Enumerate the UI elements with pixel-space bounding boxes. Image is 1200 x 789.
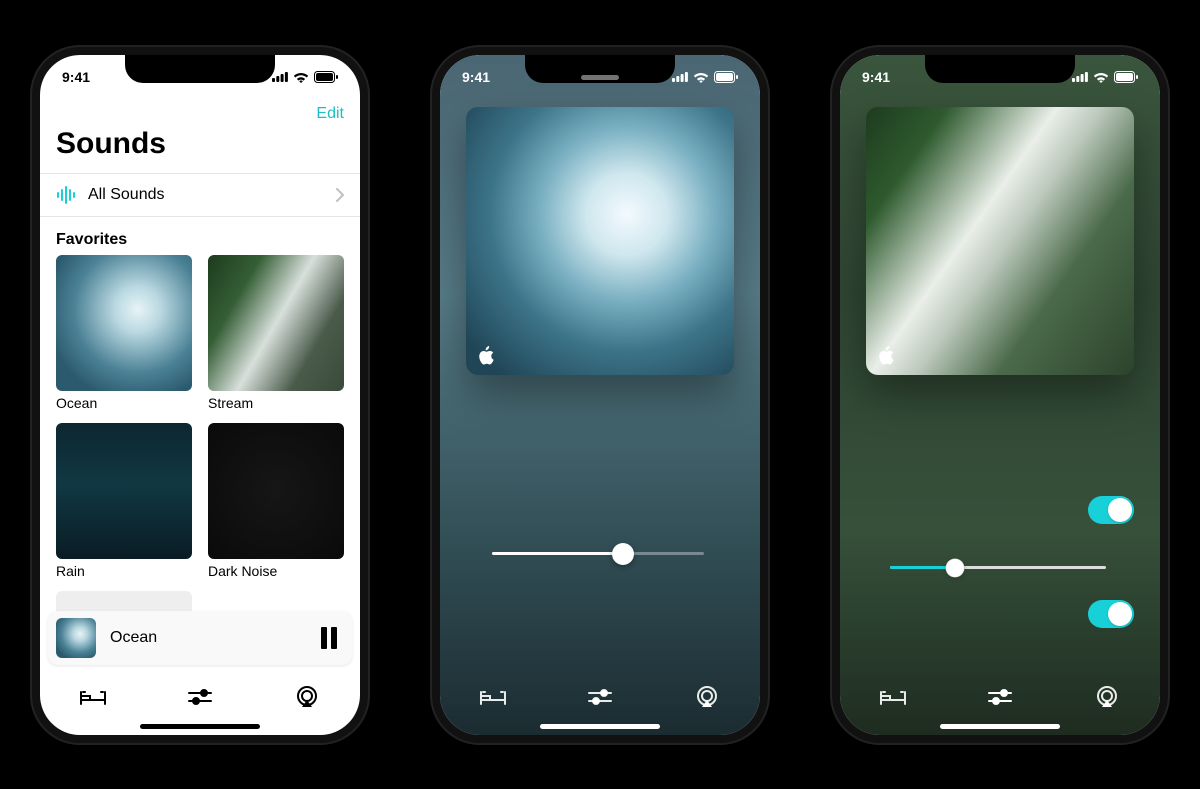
tab-airplay[interactable] (1085, 675, 1129, 719)
notch (125, 55, 275, 83)
tab-airplay[interactable] (285, 675, 329, 719)
mini-player-title: Ocean (110, 629, 157, 647)
tile-ocean[interactable]: Ocean (56, 255, 192, 419)
sheet-grabber[interactable] (581, 75, 619, 80)
mini-player-art (56, 618, 96, 658)
tile-rain[interactable]: Rain (56, 423, 192, 587)
volume-track[interactable] (492, 552, 704, 555)
battery-icon (314, 71, 338, 83)
tile-stream[interactable]: Stream (208, 255, 344, 419)
volume-track[interactable] (890, 566, 1106, 569)
tab-mixer[interactable] (178, 675, 222, 719)
tile-dark-noise[interactable]: Dark Noise (208, 423, 344, 587)
pause-button[interactable] (320, 627, 338, 649)
phone-now-playing-ocean: 9:41 Ocean (430, 45, 770, 745)
screen-library: 9:41 Edit Sounds All Sounds (40, 55, 360, 735)
volume-fill (492, 552, 623, 555)
tab-airplay[interactable] (685, 675, 729, 719)
tab-sleep[interactable] (471, 675, 515, 719)
tab-sleep[interactable] (71, 675, 115, 719)
battery-icon (1114, 71, 1138, 83)
apple-logo-icon (878, 346, 894, 365)
phone-now-playing-stream: 9:41 Stream (830, 45, 1170, 745)
favorites-header: Favorites (40, 217, 360, 255)
home-indicator[interactable] (940, 724, 1060, 729)
tab-bar (40, 667, 360, 727)
chevron-right-icon (336, 188, 344, 202)
cellular-icon (1072, 71, 1088, 82)
tab-mixer[interactable] (578, 675, 622, 719)
tile-thumb-dark (208, 423, 344, 559)
wifi-icon (293, 71, 309, 83)
mini-player[interactable]: Ocean (48, 611, 352, 665)
home-indicator[interactable] (540, 724, 660, 729)
now-playing-art[interactable] (866, 107, 1134, 375)
tile-label: Ocean (56, 391, 192, 419)
home-indicator[interactable] (140, 724, 260, 729)
screen-now-playing-settings: 9:41 Stream (840, 55, 1160, 735)
notch (925, 55, 1075, 83)
tab-bar (440, 667, 760, 727)
tile-thumb-stream (208, 255, 344, 391)
waveform-icon (56, 186, 76, 204)
tile-thumb-ocean (56, 255, 192, 391)
all-sounds-label: All Sounds (88, 186, 165, 204)
volume-thumb[interactable] (946, 559, 964, 577)
screen-now-playing: 9:41 Ocean (440, 55, 760, 735)
tab-bar (840, 667, 1160, 727)
page-title: Sounds (40, 123, 360, 173)
apple-logo-icon (478, 346, 494, 365)
phone-library: 9:41 Edit Sounds All Sounds (30, 45, 370, 745)
spatial-audio-toggle[interactable] (1088, 600, 1134, 628)
tab-sleep[interactable] (871, 675, 915, 719)
tile-thumb-rain (56, 423, 192, 559)
tile-label: Stream (208, 391, 344, 419)
wifi-icon (693, 71, 709, 83)
tab-mixer[interactable] (978, 675, 1022, 719)
cellular-icon (672, 71, 688, 82)
cellular-icon (272, 71, 288, 82)
edit-button[interactable]: Edit (40, 99, 360, 123)
tile-label: Rain (56, 559, 192, 587)
all-sounds-row[interactable]: All Sounds (40, 173, 360, 217)
wifi-icon (1093, 71, 1109, 83)
use-when-media-toggle[interactable] (1088, 496, 1134, 524)
battery-icon (714, 71, 738, 83)
volume-thumb[interactable] (612, 543, 634, 565)
tile-label: Dark Noise (208, 559, 344, 587)
now-playing-art[interactable] (466, 107, 734, 375)
